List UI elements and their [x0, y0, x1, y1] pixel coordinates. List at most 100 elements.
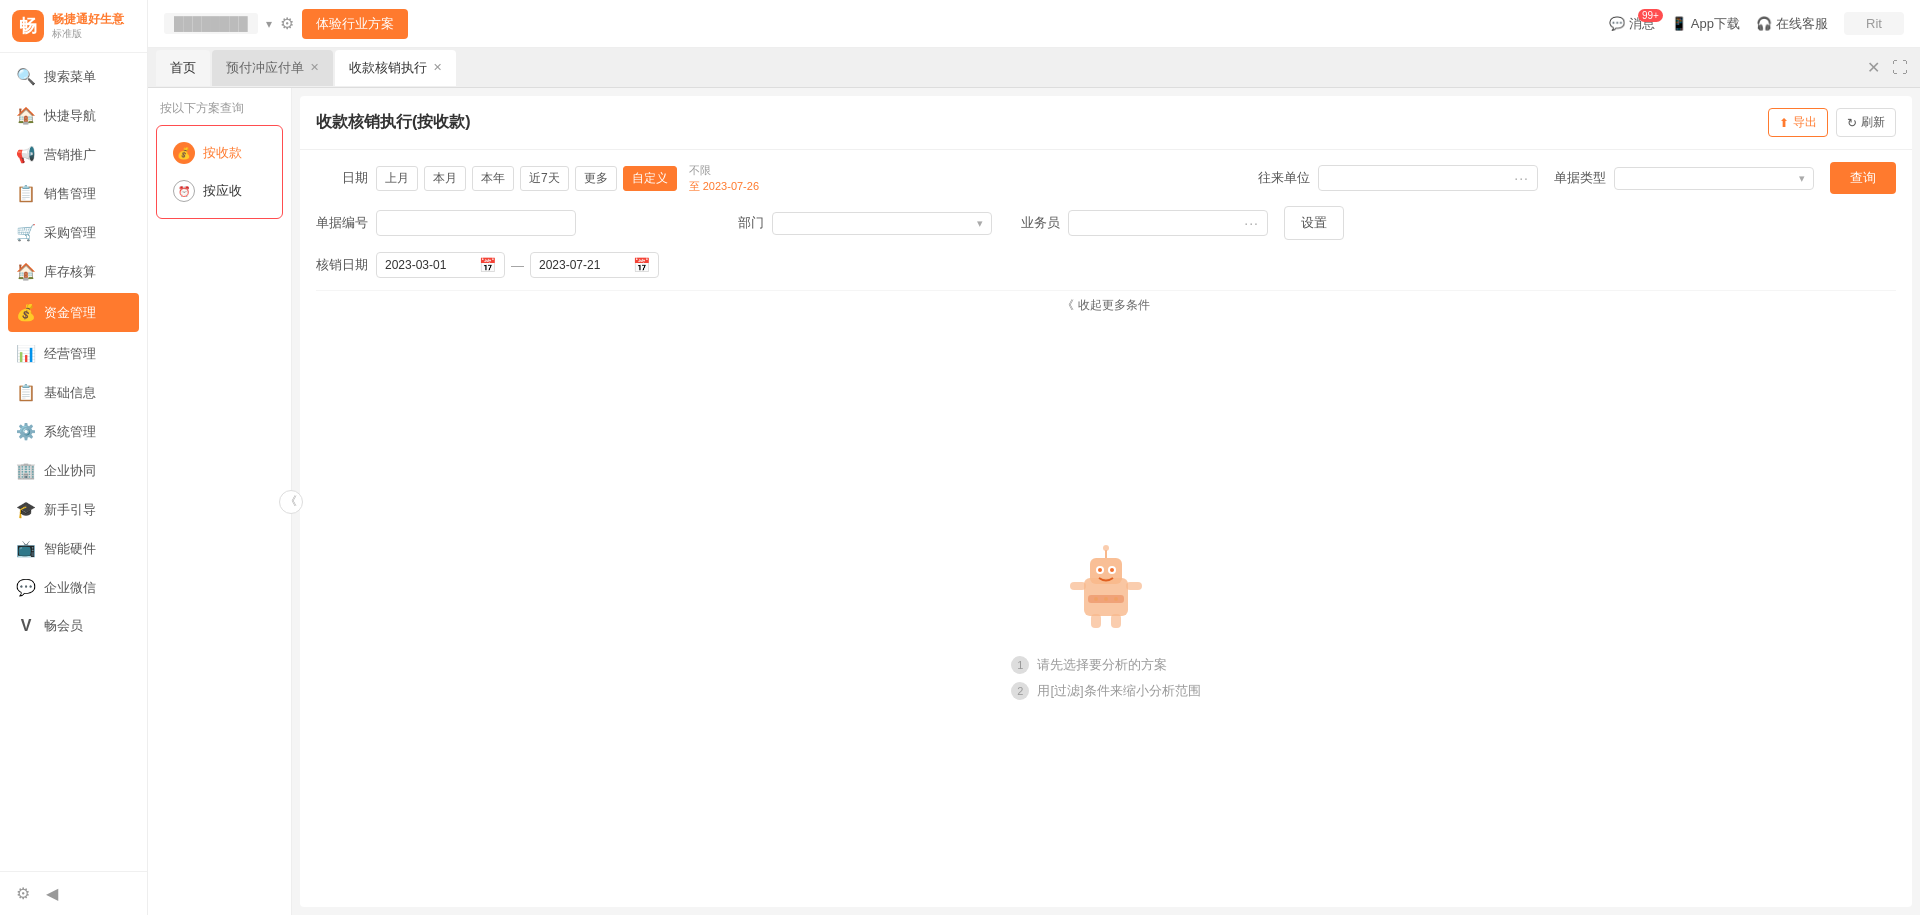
- topbar: ████████ ▾ ⚙ 体验行业方案 💬 消息 99+ 📱 App下载 🎧 在…: [148, 0, 1920, 48]
- counterpart-dots-icon[interactable]: ···: [1514, 170, 1529, 186]
- member-icon: V: [16, 617, 36, 635]
- sales-icon: 📋: [16, 184, 36, 203]
- sidebar: 畅 畅捷通好生意 标准版 🔍 搜索菜单 🏠 快捷导航 📢 营销推广 📋 销售管理…: [0, 0, 148, 915]
- setting-button[interactable]: 设置: [1284, 206, 1344, 240]
- date-btn-last-month[interactable]: 上月: [376, 166, 418, 191]
- topbar-right-user: Rit: [1844, 12, 1904, 35]
- sidebar-logo: 畅 畅捷通好生意 标准版: [0, 0, 147, 53]
- sidebar-item-wechat[interactable]: 💬 企业微信: [0, 568, 147, 607]
- app-icon: 📱: [1671, 16, 1687, 31]
- maximize-tab-icon[interactable]: ⛶: [1888, 55, 1912, 81]
- staff-label: 业务员: [1008, 214, 1060, 232]
- panel-header: 收款核销执行(按收款) ⬆ 导出 ↻ 刷新: [300, 96, 1912, 150]
- dept-select[interactable]: ▾: [772, 212, 992, 235]
- sidebar-item-search[interactable]: 🔍 搜索菜单: [0, 57, 147, 96]
- date-btn-this-year[interactable]: 本年: [472, 166, 514, 191]
- dept-arrow-icon[interactable]: ▾: [977, 217, 983, 230]
- basic-icon: 📋: [16, 383, 36, 402]
- sidebar-item-purchase[interactable]: 🛒 采购管理: [0, 213, 147, 252]
- form-row-3: 核销日期 📅 — 📅: [316, 252, 1896, 278]
- tab-receipts[interactable]: 收款核销执行 ✕: [335, 50, 456, 86]
- counterpart-select[interactable]: ···: [1318, 165, 1538, 191]
- tabbar-actions: ✕ ⛶: [1863, 54, 1920, 81]
- guide-icon: 🎓: [16, 500, 36, 519]
- refresh-button[interactable]: ↻ 刷新: [1836, 108, 1896, 137]
- filter-by-receivable[interactable]: ⏰ 按应收: [157, 172, 282, 210]
- bill-type-arrow-icon[interactable]: ▾: [1799, 172, 1805, 185]
- receivable-icon: ⏰: [173, 180, 195, 202]
- inventory-icon: 🏠: [16, 262, 36, 281]
- settings-footer-icon[interactable]: ⚙: [16, 884, 30, 903]
- industry-btn[interactable]: 体验行业方案: [302, 9, 408, 39]
- service-icon: 🎧: [1756, 16, 1772, 31]
- verify-date-start-calendar-icon[interactable]: 📅: [479, 257, 496, 273]
- sidebar-item-member[interactable]: V 畅会员: [0, 607, 147, 645]
- filter-options-border: 💰 按收款 ⏰ 按应收: [156, 125, 283, 219]
- close-prepay-tab-icon[interactable]: ✕: [310, 61, 319, 74]
- chevron-down-icon[interactable]: ▾: [266, 17, 272, 31]
- empty-tip-1: 1 请先选择要分析的方案: [1011, 656, 1200, 674]
- verify-date-group: 核销日期 📅 — 📅: [316, 252, 659, 278]
- sidebar-nav: 🔍 搜索菜单 🏠 快捷导航 📢 营销推广 📋 销售管理 🛒 采购管理 🏠 库存核…: [0, 53, 147, 871]
- bill-type-group: 单据类型 ▾: [1554, 167, 1814, 190]
- staff-dots-icon[interactable]: ···: [1244, 215, 1259, 231]
- svg-rect-11: [1111, 614, 1121, 628]
- sidebar-item-funds[interactable]: 💰 资金管理: [8, 293, 139, 332]
- main-area: ████████ ▾ ⚙ 体验行业方案 💬 消息 99+ 📱 App下载 🎧 在…: [148, 0, 1920, 915]
- sidebar-item-basic[interactable]: 📋 基础信息: [0, 373, 147, 412]
- date-to-hint: 至 2023-07-26: [689, 179, 759, 194]
- home-icon: 🏠: [16, 106, 36, 125]
- megaphone-icon: 📢: [16, 145, 36, 164]
- gear-icon[interactable]: ⚙: [280, 14, 294, 33]
- dept-label: 部门: [712, 214, 764, 232]
- empty-tip-2: 2 用[过滤]条件来缩小分析范围: [1011, 682, 1200, 700]
- svg-point-4: [1098, 568, 1102, 572]
- date-btn-custom[interactable]: 自定义: [623, 166, 677, 191]
- filter-by-receipt[interactable]: 💰 按收款: [157, 134, 282, 172]
- svg-rect-9: [1126, 582, 1142, 590]
- close-tab-icon[interactable]: ✕: [1863, 54, 1884, 81]
- sidebar-item-system[interactable]: ⚙️ 系统管理: [0, 412, 147, 451]
- export-icon: ⬆: [1779, 116, 1789, 130]
- collapse-filter-btn[interactable]: 《: [279, 490, 303, 514]
- sidebar-item-sales[interactable]: 📋 销售管理: [0, 174, 147, 213]
- filter-sidebar-title: 按以下方案查询: [148, 100, 291, 125]
- verify-date-start-input[interactable]: [385, 258, 475, 272]
- date-btn-7days[interactable]: 近7天: [520, 166, 569, 191]
- sidebar-item-marketing[interactable]: 📢 营销推广: [0, 135, 147, 174]
- no-limit-hint: 不限: [689, 163, 759, 178]
- collapse-more-btn[interactable]: 《 收起更多条件: [316, 290, 1896, 320]
- staff-select[interactable]: ···: [1068, 210, 1268, 236]
- sidebar-item-hardware[interactable]: 📺 智能硬件: [0, 529, 147, 568]
- online-service-btn[interactable]: 🎧 在线客服: [1756, 15, 1828, 33]
- date-btn-this-month[interactable]: 本月: [424, 166, 466, 191]
- sidebar-item-guide[interactable]: 🎓 新手引导: [0, 490, 147, 529]
- sidebar-item-operation[interactable]: 📊 经营管理: [0, 334, 147, 373]
- svg-point-13: [1094, 597, 1098, 601]
- svg-rect-8: [1070, 582, 1086, 590]
- sidebar-footer: ⚙ ◀: [0, 871, 147, 915]
- purchase-icon: 🛒: [16, 223, 36, 242]
- sidebar-item-quicknav[interactable]: 🏠 快捷导航: [0, 96, 147, 135]
- funds-icon: 💰: [16, 303, 36, 322]
- message-btn[interactable]: 💬 消息 99+: [1609, 15, 1655, 33]
- sidebar-item-enterprise[interactable]: 🏢 企业协同: [0, 451, 147, 490]
- verify-date-end-calendar-icon[interactable]: 📅: [633, 257, 650, 273]
- sidebar-item-inventory[interactable]: 🏠 库存核算: [0, 252, 147, 291]
- collapse-sidebar-icon[interactable]: ◀: [46, 884, 58, 903]
- collapse-chevron-icon: 《: [1062, 297, 1074, 314]
- svg-point-14: [1104, 597, 1108, 601]
- date-btn-more[interactable]: 更多: [575, 166, 617, 191]
- tab-prepay[interactable]: 预付冲应付单 ✕: [212, 50, 333, 86]
- export-button[interactable]: ⬆ 导出: [1768, 108, 1828, 137]
- verify-date-end-input[interactable]: [539, 258, 629, 272]
- query-button[interactable]: 查询: [1830, 162, 1896, 194]
- tab-home[interactable]: 首页: [156, 50, 210, 86]
- wechat-icon: 💬: [16, 578, 36, 597]
- app-download-btn[interactable]: 📱 App下载: [1671, 15, 1740, 33]
- bill-type-select[interactable]: ▾: [1614, 167, 1814, 190]
- close-receipts-tab-icon[interactable]: ✕: [433, 61, 442, 74]
- bill-no-input[interactable]: [376, 210, 576, 236]
- form-row-1: 日期 上月 本月 本年 近7天 更多 自定义 不限 至 2023-07-26: [316, 162, 1896, 194]
- panel-actions: ⬆ 导出 ↻ 刷新: [1768, 108, 1896, 137]
